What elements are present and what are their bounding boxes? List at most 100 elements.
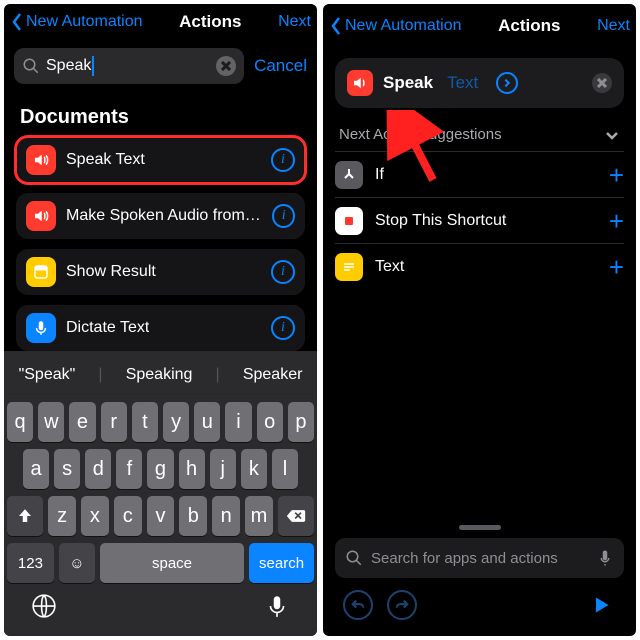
key-w[interactable]: w: [38, 402, 64, 442]
key-emoji[interactable]: ☺: [59, 543, 95, 583]
footer: Search for apps and actions: [323, 517, 636, 636]
branch-icon: [335, 161, 363, 189]
clear-search-button[interactable]: [216, 56, 236, 76]
key-c[interactable]: c: [114, 496, 142, 536]
action-dictate-text[interactable]: Dictate Text i: [16, 305, 305, 351]
suggestions-title: Next Action Suggestions: [339, 126, 502, 143]
next-button[interactable]: Next: [597, 17, 630, 35]
run-button[interactable]: [586, 590, 616, 620]
key-s[interactable]: s: [54, 449, 80, 489]
result-icon: [26, 257, 56, 287]
key-v[interactable]: v: [147, 496, 175, 536]
expand-button[interactable]: [496, 72, 518, 94]
drag-handle[interactable]: [459, 525, 501, 530]
candidate[interactable]: Speaking: [126, 366, 193, 384]
key-backspace[interactable]: [278, 496, 314, 536]
action-label: Dictate Text: [66, 319, 149, 337]
key-k[interactable]: k: [241, 449, 267, 489]
info-button[interactable]: i: [271, 260, 295, 284]
next-button[interactable]: Next: [278, 13, 311, 31]
speaker-icon: [26, 145, 56, 175]
microphone-icon: [26, 313, 56, 343]
add-button[interactable]: +: [609, 254, 624, 280]
suggestion-label: If: [375, 166, 384, 184]
candidate[interactable]: Speaker: [243, 366, 303, 384]
right-screenshot: New Automation Actions Next Speak Text: [323, 4, 636, 636]
left-screenshot: New Automation Actions Next Speak Cancel…: [4, 4, 317, 636]
suggestion-text[interactable]: Text +: [335, 243, 624, 289]
speaker-icon: [347, 70, 373, 96]
suggestion-stop[interactable]: Stop This Shortcut +: [335, 197, 624, 243]
back-label: New Automation: [345, 17, 462, 35]
action-speak-text[interactable]: Speak Text i: [16, 137, 305, 183]
microphone-icon[interactable]: [596, 549, 614, 567]
key-t[interactable]: t: [132, 402, 158, 442]
key-u[interactable]: u: [194, 402, 220, 442]
nav-title: Actions: [498, 16, 560, 36]
redo-button[interactable]: [387, 590, 417, 620]
key-h[interactable]: h: [179, 449, 205, 489]
suggestions-section: Next Action Suggestions If + Stop This S…: [335, 118, 624, 289]
back-label: New Automation: [26, 13, 143, 31]
action-search-input[interactable]: Search for apps and actions: [335, 538, 624, 578]
key-r[interactable]: r: [101, 402, 127, 442]
keyboard-candidates[interactable]: "Speak" | Speaking | Speaker: [7, 355, 314, 395]
key-a[interactable]: a: [23, 449, 49, 489]
keyboard: "Speak" | Speaking | Speaker q w e r t y…: [4, 351, 317, 636]
key-i[interactable]: i: [225, 402, 251, 442]
suggestion-if[interactable]: If +: [335, 151, 624, 197]
info-button[interactable]: i: [271, 148, 295, 172]
search-input[interactable]: Speak: [14, 48, 244, 84]
undo-button[interactable]: [343, 590, 373, 620]
remove-action-button[interactable]: [592, 73, 612, 93]
search-row: Speak Cancel: [4, 40, 317, 92]
info-button[interactable]: i: [271, 316, 295, 340]
key-numeric[interactable]: 123: [7, 543, 54, 583]
back-button[interactable]: New Automation: [329, 16, 462, 36]
back-button[interactable]: New Automation: [10, 12, 143, 32]
key-n[interactable]: n: [212, 496, 240, 536]
key-l[interactable]: l: [272, 449, 298, 489]
bottom-toolbar: [323, 578, 636, 626]
key-x[interactable]: x: [81, 496, 109, 536]
globe-icon[interactable]: [31, 593, 57, 624]
key-j[interactable]: j: [210, 449, 236, 489]
stop-icon: [335, 207, 363, 235]
key-f[interactable]: f: [116, 449, 142, 489]
key-o[interactable]: o: [257, 402, 283, 442]
key-shift[interactable]: [7, 496, 43, 536]
cancel-button[interactable]: Cancel: [254, 56, 307, 76]
suggestion-label: Text: [375, 258, 404, 276]
key-p[interactable]: p: [288, 402, 314, 442]
key-m[interactable]: m: [245, 496, 273, 536]
key-y[interactable]: y: [163, 402, 189, 442]
dictation-icon[interactable]: [264, 593, 290, 624]
nav-bar: New Automation Actions Next: [323, 4, 636, 48]
search-query: Speak: [46, 57, 91, 75]
action-label: Speak Text: [66, 151, 145, 169]
speak-param[interactable]: Text: [447, 73, 478, 93]
suggestions-header[interactable]: Next Action Suggestions: [335, 118, 624, 151]
action-show-result[interactable]: Show Result i: [16, 249, 305, 295]
key-search[interactable]: search: [249, 543, 314, 583]
action-list: Speak Text i Make Spoken Audio from Text…: [4, 137, 317, 351]
section-header: Documents: [4, 92, 317, 137]
action-make-spoken-audio[interactable]: Make Spoken Audio from Text i: [16, 193, 305, 239]
info-button[interactable]: i: [272, 204, 295, 228]
key-space[interactable]: space: [100, 543, 244, 583]
key-g[interactable]: g: [147, 449, 173, 489]
suggestion-label: Stop This Shortcut: [375, 212, 506, 230]
key-q[interactable]: q: [7, 402, 33, 442]
add-button[interactable]: +: [609, 208, 624, 234]
nav-title: Actions: [179, 12, 241, 32]
key-d[interactable]: d: [85, 449, 111, 489]
candidate[interactable]: "Speak": [19, 366, 76, 384]
key-e[interactable]: e: [69, 402, 95, 442]
text-caret: [92, 56, 94, 76]
key-z[interactable]: z: [48, 496, 76, 536]
speak-action-block[interactable]: Speak Text: [335, 58, 624, 108]
key-b[interactable]: b: [179, 496, 207, 536]
add-button[interactable]: +: [609, 162, 624, 188]
text-icon: [335, 253, 363, 281]
action-label: Make Spoken Audio from Text: [66, 207, 262, 225]
